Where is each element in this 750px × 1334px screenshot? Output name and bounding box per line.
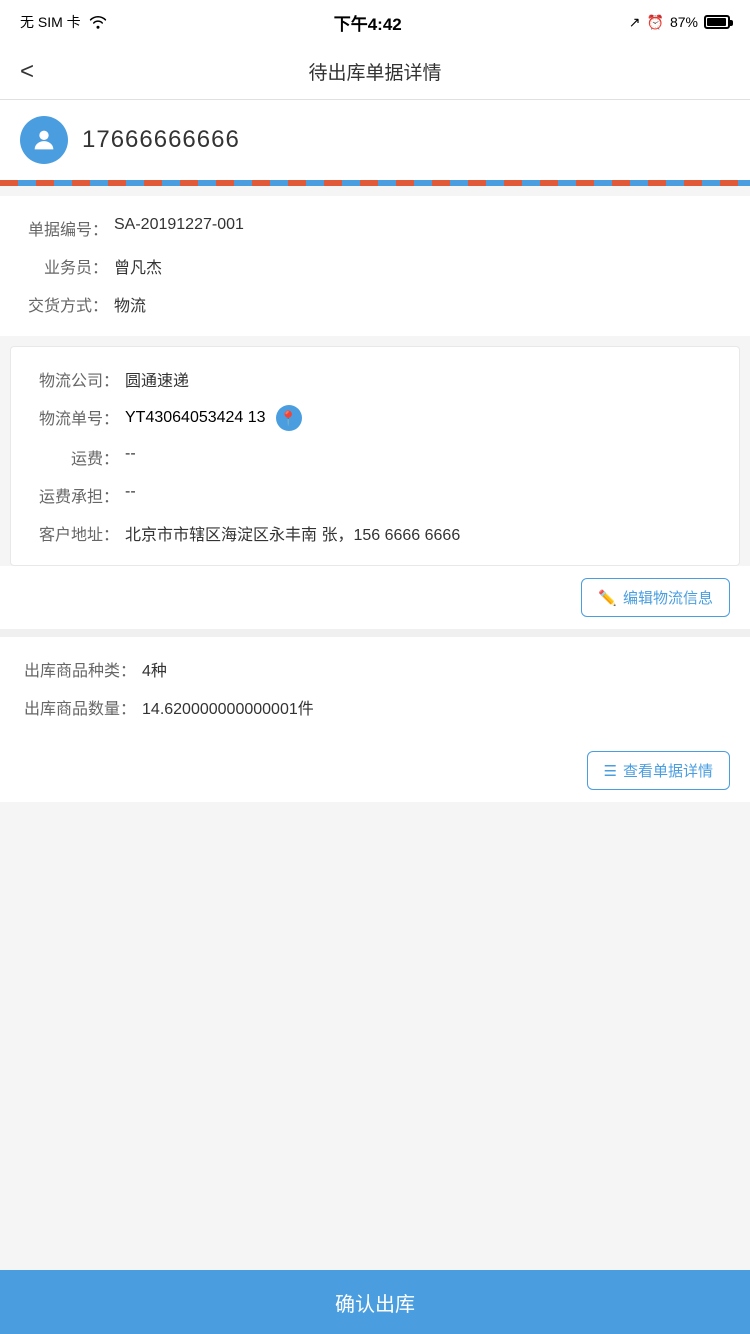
- tracking-number-row: 物流单号： YT43064053424 13 📍: [35, 405, 715, 431]
- logistics-company-row: 物流公司： 圆通速递: [35, 367, 715, 391]
- product-category-value: 4种: [142, 657, 726, 681]
- customer-phone: 17666666666: [82, 126, 240, 154]
- address-label: 客户地址：: [35, 521, 125, 545]
- track-location-button[interactable]: 📍: [276, 405, 302, 431]
- section-divider: [0, 629, 750, 637]
- address-row: 客户地址： 北京市市辖区海淀区永丰南 张，156 6666 6666: [35, 521, 715, 545]
- order-info-section: 单据编号： SA-20191227-001 业务员： 曾凡杰 交货方式： 物流: [0, 196, 750, 336]
- empty-space: [0, 802, 750, 1002]
- sales-person-value: 曾凡杰: [114, 254, 726, 278]
- nav-bar: < 待出库单据详情: [0, 44, 750, 100]
- edit-icon: ✏️: [598, 589, 617, 607]
- sales-person-label: 业务员：: [24, 254, 114, 278]
- delivery-method-value: 物流: [114, 292, 726, 316]
- view-details-container: ☰ 查看单据详情: [0, 739, 750, 802]
- sales-person-row: 业务员： 曾凡杰: [24, 254, 726, 278]
- battery-icon: [704, 15, 730, 29]
- product-quantity-label: 出库商品数量：: [24, 695, 142, 719]
- product-category-label: 出库商品种类：: [24, 657, 142, 681]
- battery-percentage: 87%: [670, 14, 698, 30]
- status-carrier: 无 SIM 卡: [20, 12, 107, 32]
- status-bar: 无 SIM 卡 下午4:42 ↗ ⏰ 87%: [0, 0, 750, 44]
- wifi-icon: [89, 15, 107, 29]
- edit-logistics-button[interactable]: ✏️ 编辑物流信息: [581, 578, 730, 617]
- freight-label: 运费：: [35, 445, 125, 469]
- user-icon: [30, 126, 58, 154]
- product-summary-section: 出库商品种类： 4种 出库商品数量： 14.620000000000001件: [0, 637, 750, 739]
- location-status-icon: ↗: [629, 14, 641, 31]
- address-value: 北京市市辖区海淀区永丰南 张，156 6666 6666: [125, 521, 715, 545]
- freight-value: --: [125, 445, 715, 463]
- freight-bearer-label: 运费承担：: [35, 483, 125, 507]
- dashed-separator: [0, 180, 750, 186]
- edit-logistics-label: 编辑物流信息: [623, 587, 713, 608]
- freight-bearer-value: --: [125, 483, 715, 501]
- logistics-section: 物流公司： 圆通速递 物流单号： YT43064053424 13 📍 运费： …: [10, 346, 740, 566]
- map-pin-icon: 📍: [280, 410, 297, 427]
- product-quantity-value: 14.620000000000001件: [142, 695, 726, 719]
- page-title: 待出库单据详情: [308, 58, 441, 85]
- view-details-label: 查看单据详情: [623, 760, 713, 781]
- confirm-button-label: 确认出库: [335, 1288, 415, 1317]
- delivery-method-label: 交货方式：: [24, 292, 114, 316]
- tracking-number-label: 物流单号：: [35, 405, 125, 429]
- tracking-value-container: YT43064053424 13 📍: [125, 405, 302, 431]
- doc-number-value: SA-20191227-001: [114, 216, 726, 234]
- list-icon: ☰: [604, 762, 617, 780]
- customer-header: 17666666666: [0, 100, 750, 180]
- freight-row: 运费： --: [35, 445, 715, 469]
- status-time: 下午4:42: [334, 10, 402, 35]
- view-details-button[interactable]: ☰ 查看单据详情: [587, 751, 730, 790]
- product-quantity-row: 出库商品数量： 14.620000000000001件: [24, 695, 726, 719]
- product-category-row: 出库商品种类： 4种: [24, 657, 726, 681]
- back-button[interactable]: <: [12, 50, 42, 94]
- confirm-button[interactable]: 确认出库: [0, 1270, 750, 1334]
- alarm-icon: ⏰: [647, 14, 664, 31]
- status-right: ↗ ⏰ 87%: [629, 14, 730, 31]
- avatar: [20, 116, 68, 164]
- edit-logistics-container: ✏️ 编辑物流信息: [0, 566, 750, 629]
- doc-number-row: 单据编号： SA-20191227-001: [24, 216, 726, 240]
- logistics-company-label: 物流公司：: [35, 367, 125, 391]
- doc-number-label: 单据编号：: [24, 216, 114, 240]
- freight-bearer-row: 运费承担： --: [35, 483, 715, 507]
- delivery-method-row: 交货方式： 物流: [24, 292, 726, 316]
- tracking-number-value: YT43064053424 13: [125, 409, 266, 427]
- logistics-company-value: 圆通速递: [125, 367, 715, 391]
